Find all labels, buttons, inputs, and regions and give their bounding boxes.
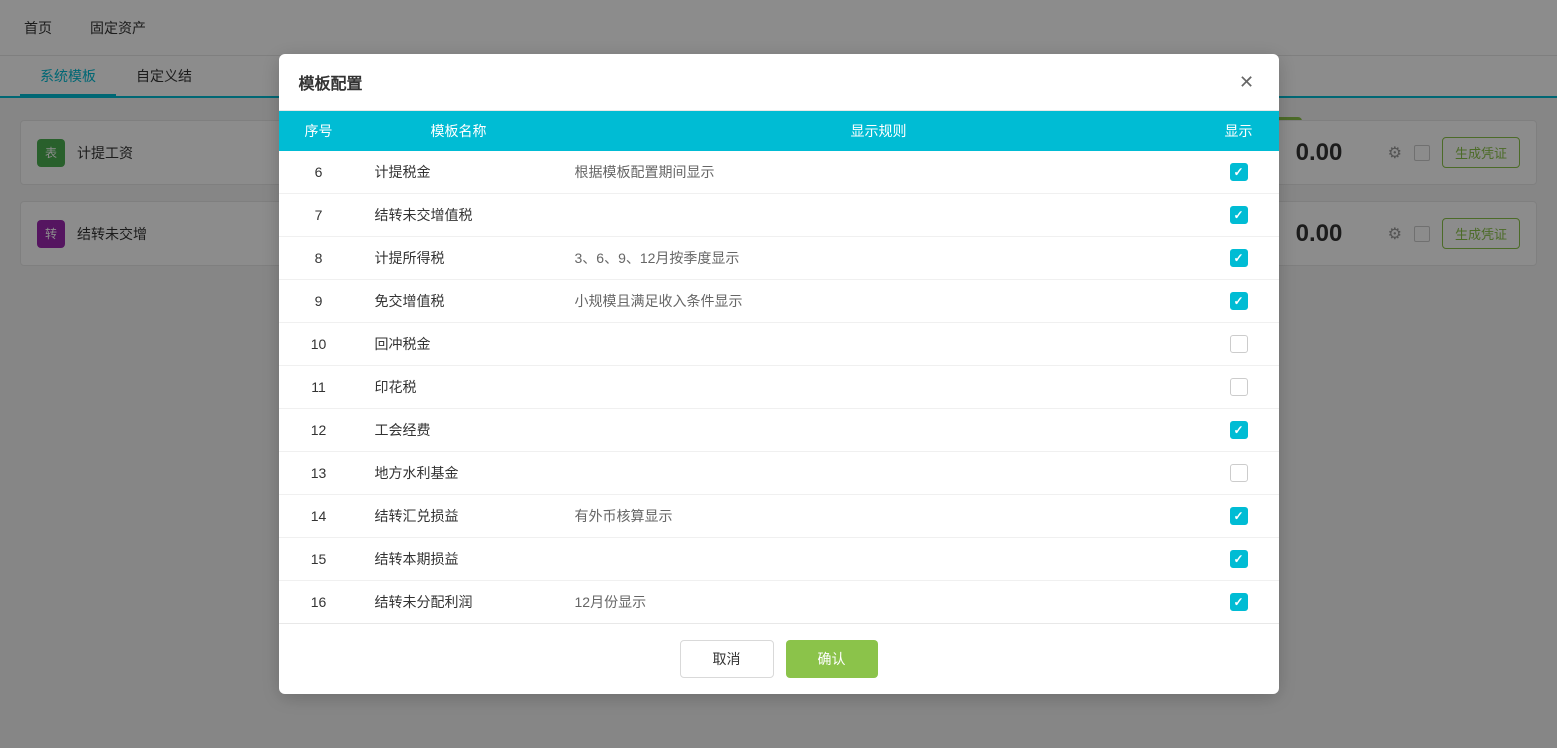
cell-name: 计提税金 [359, 151, 559, 194]
table-row: 11印花税 [279, 366, 1279, 409]
table-row: 13地方水利基金 [279, 452, 1279, 495]
cell-name: 地方水利基金 [359, 452, 559, 495]
cell-seq: 9 [279, 280, 359, 323]
cell-rule [559, 538, 1199, 581]
cell-checkbox [1199, 495, 1279, 538]
table-row: 8计提所得税3、6、9、12月按季度显示 [279, 237, 1279, 280]
cell-rule [559, 409, 1199, 452]
table-row: 6计提税金根据模板配置期间显示 [279, 151, 1279, 194]
cell-rule: 小规模且满足收入条件显示 [559, 280, 1199, 323]
confirm-button[interactable]: 确认 [786, 640, 878, 678]
template-config-dialog: 模板配置 ✕ 序号 模板名称 显示规则 显示 6计提税金根据模板配置期间显示7结… [279, 54, 1279, 694]
dialog-title: 模板配置 [299, 70, 363, 94]
cell-name: 印花税 [359, 366, 559, 409]
display-checkbox[interactable] [1230, 593, 1248, 611]
cell-rule [559, 366, 1199, 409]
modal-overlay: 模板配置 ✕ 序号 模板名称 显示规则 显示 6计提税金根据模板配置期间显示7结… [0, 0, 1557, 748]
display-checkbox[interactable] [1230, 378, 1248, 396]
cell-name: 免交增值税 [359, 280, 559, 323]
display-checkbox[interactable] [1230, 550, 1248, 568]
display-checkbox[interactable] [1230, 292, 1248, 310]
config-table: 序号 模板名称 显示规则 显示 6计提税金根据模板配置期间显示7结转未交增值税8… [279, 111, 1279, 623]
dialog-header: 模板配置 ✕ [279, 54, 1279, 111]
cell-seq: 14 [279, 495, 359, 538]
cell-name: 结转未分配利润 [359, 581, 559, 624]
cell-checkbox [1199, 151, 1279, 194]
cell-rule: 有外币核算显示 [559, 495, 1199, 538]
col-header-display: 显示 [1199, 111, 1279, 151]
col-header-seq: 序号 [279, 111, 359, 151]
cell-checkbox [1199, 237, 1279, 280]
display-checkbox[interactable] [1230, 249, 1248, 267]
col-header-name: 模板名称 [359, 111, 559, 151]
cell-rule: 根据模板配置期间显示 [559, 151, 1199, 194]
cell-checkbox [1199, 280, 1279, 323]
table-row: 10回冲税金 [279, 323, 1279, 366]
cell-name: 计提所得税 [359, 237, 559, 280]
cell-name: 结转未交增值税 [359, 194, 559, 237]
dialog-footer: 取消 确认 [279, 623, 1279, 694]
table-row: 12工会经费 [279, 409, 1279, 452]
cell-rule: 12月份显示 [559, 581, 1199, 624]
table-row: 9免交增值税小规模且满足收入条件显示 [279, 280, 1279, 323]
cell-rule [559, 323, 1199, 366]
cancel-button[interactable]: 取消 [680, 640, 774, 678]
cell-rule [559, 194, 1199, 237]
display-checkbox[interactable] [1230, 464, 1248, 482]
cell-seq: 11 [279, 366, 359, 409]
display-checkbox[interactable] [1230, 507, 1248, 525]
cell-seq: 8 [279, 237, 359, 280]
cell-name: 回冲税金 [359, 323, 559, 366]
cell-seq: 12 [279, 409, 359, 452]
cell-checkbox [1199, 409, 1279, 452]
cell-seq: 16 [279, 581, 359, 624]
display-checkbox[interactable] [1230, 163, 1248, 181]
cell-seq: 13 [279, 452, 359, 495]
cell-name: 工会经费 [359, 409, 559, 452]
cell-checkbox [1199, 452, 1279, 495]
cell-checkbox [1199, 366, 1279, 409]
display-checkbox[interactable] [1230, 335, 1248, 353]
table-row: 16结转未分配利润12月份显示 [279, 581, 1279, 624]
cell-seq: 7 [279, 194, 359, 237]
display-checkbox[interactable] [1230, 421, 1248, 439]
dialog-body: 序号 模板名称 显示规则 显示 6计提税金根据模板配置期间显示7结转未交增值税8… [279, 111, 1279, 623]
cell-name: 结转汇兑损益 [359, 495, 559, 538]
cell-seq: 6 [279, 151, 359, 194]
cell-checkbox [1199, 538, 1279, 581]
cell-checkbox [1199, 323, 1279, 366]
close-icon[interactable]: ✕ [1235, 70, 1259, 94]
display-checkbox[interactable] [1230, 206, 1248, 224]
cell-name: 结转本期损益 [359, 538, 559, 581]
table-row: 14结转汇兑损益有外币核算显示 [279, 495, 1279, 538]
cell-rule: 3、6、9、12月按季度显示 [559, 237, 1199, 280]
cell-rule [559, 452, 1199, 495]
cell-seq: 15 [279, 538, 359, 581]
cell-checkbox [1199, 581, 1279, 624]
table-row: 7结转未交增值税 [279, 194, 1279, 237]
table-row: 15结转本期损益 [279, 538, 1279, 581]
cell-seq: 10 [279, 323, 359, 366]
cell-checkbox [1199, 194, 1279, 237]
col-header-rule: 显示规则 [559, 111, 1199, 151]
